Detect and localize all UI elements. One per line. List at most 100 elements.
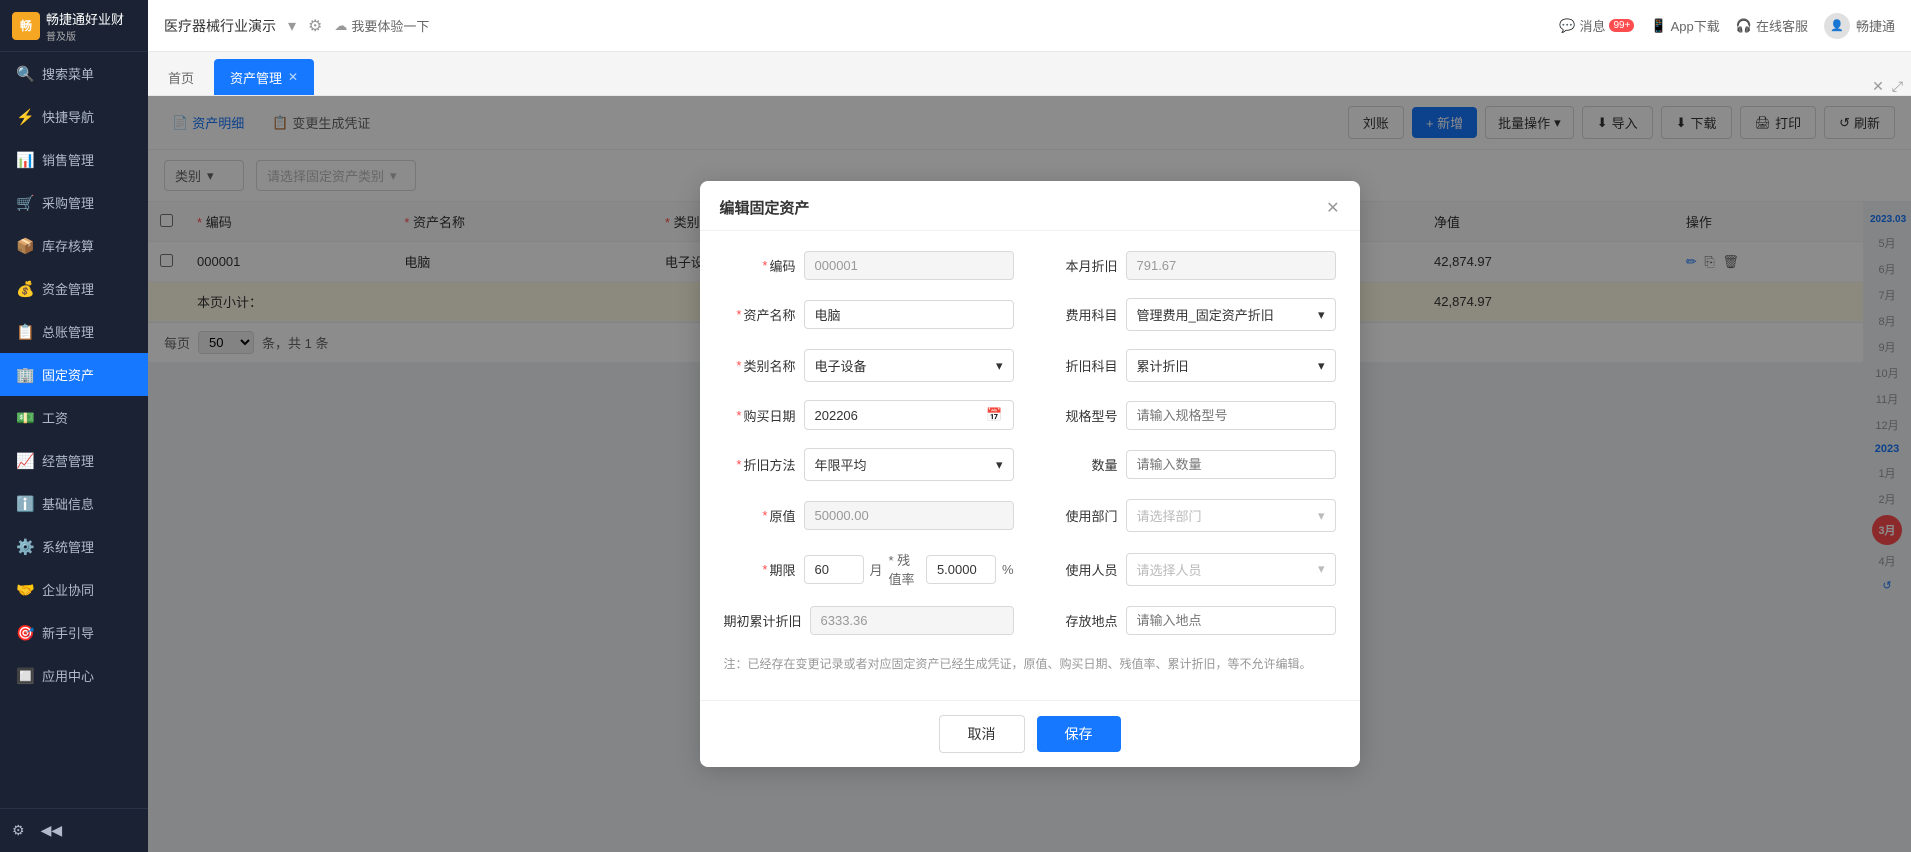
spec-label: 规格型号 xyxy=(1046,406,1118,425)
sidebar-icon: 🔲 xyxy=(16,667,34,685)
sidebar-item-经营管理[interactable]: 📈经营管理 xyxy=(0,439,148,482)
quantity-input[interactable] xyxy=(1126,450,1336,479)
person-select[interactable]: 请选择人员 ▾ xyxy=(1126,553,1336,586)
tab-close-icon[interactable]: ✕ xyxy=(288,70,298,84)
sidebar-item-销售管理[interactable]: 📊销售管理 xyxy=(0,138,148,181)
sidebar-item-搜索菜单[interactable]: 🔍搜索菜单 xyxy=(0,52,148,95)
dep-subject-select[interactable]: 累计折旧 ▾ xyxy=(1126,349,1336,382)
dep-subject-chevron: ▾ xyxy=(1318,358,1325,374)
department-chevron: ▾ xyxy=(1318,508,1325,524)
expense-subject-select[interactable]: 管理费用_固定资产折旧 ▾ xyxy=(1126,298,1336,331)
tab-home[interactable]: 首页 xyxy=(152,59,210,95)
storage-input[interactable] xyxy=(1126,606,1336,635)
form-item-code: * 编码 xyxy=(724,251,1014,280)
cancel-button[interactable]: 取消 xyxy=(939,715,1025,753)
sidebar-item-label: 新手引导 xyxy=(42,623,94,642)
sidebar-icon: ℹ️ xyxy=(16,495,34,513)
service-btn[interactable]: 🎧 在线客服 xyxy=(1736,16,1808,35)
sidebar-icon: 📊 xyxy=(16,151,34,169)
sidebar-item-label: 工资 xyxy=(42,408,68,427)
category-select[interactable]: 电子设备 ▾ xyxy=(804,349,1014,382)
avatar: 👤 xyxy=(1824,13,1850,39)
purchase-date-value: 202206 xyxy=(815,408,858,423)
original-value-input[interactable] xyxy=(804,501,1014,530)
messages-btn[interactable]: 💬 消息 99+ xyxy=(1559,16,1634,35)
form-item-storage: 存放地点 xyxy=(1046,606,1336,635)
settings-icon[interactable]: ⚙ xyxy=(12,822,25,839)
purchase-date-label: * 购买日期 xyxy=(724,406,796,425)
period-label: * 期限 xyxy=(724,560,796,579)
form-note: 注：已经存在变更记录或者对应固定资产已经生成凭证，原值、购买日期、残值率、累计折… xyxy=(724,655,1336,672)
form-item-quantity: 数量 xyxy=(1046,448,1336,481)
tab-actions: ✕ ⤢ xyxy=(1872,78,1911,95)
experience-banner[interactable]: ☁ 我要体验一下 xyxy=(334,16,429,35)
sidebar-icon: 📋 xyxy=(16,323,34,341)
sidebar-logo: 畅 畅捷通好业财 普及版 xyxy=(0,0,148,52)
tab-asset-management[interactable]: 资产管理 ✕ xyxy=(214,59,314,95)
industry-title: 医疗器械行业演示 xyxy=(164,16,276,36)
category-value: 电子设备 xyxy=(815,356,867,375)
storage-label: 存放地点 xyxy=(1046,611,1118,630)
tab-asset-label: 资产管理 xyxy=(230,68,282,87)
sidebar-item-企业协同[interactable]: 🤝企业协同 xyxy=(0,568,148,611)
topbar-right: 💬 消息 99+ 📱 App下载 🎧 在线客服 👤 畅捷通 xyxy=(1559,13,1895,39)
spec-input[interactable] xyxy=(1126,401,1336,430)
sidebar-item-采购管理[interactable]: 🛒采购管理 xyxy=(0,181,148,224)
cancel-label: 取消 xyxy=(968,726,996,742)
dep-method-label: * 折旧方法 xyxy=(724,455,796,474)
department-select[interactable]: 请选择部门 ▾ xyxy=(1126,499,1336,532)
department-label: 使用部门 xyxy=(1046,506,1118,525)
sidebar-item-label: 基础信息 xyxy=(42,494,94,513)
collapse-icon[interactable]: ◀◀ xyxy=(41,822,63,839)
residual-rate-input[interactable] xyxy=(926,555,996,584)
tabbar: 首页 资产管理 ✕ ✕ ⤢ xyxy=(148,52,1911,96)
save-button[interactable]: 保存 xyxy=(1037,716,1121,752)
sidebar-item-资金管理[interactable]: 💰资金管理 xyxy=(0,267,148,310)
period-row: 月 * 残值率 % xyxy=(804,550,1014,588)
asset-name-input[interactable] xyxy=(804,300,1014,329)
initial-cumulative-label: 期初累计折旧 xyxy=(724,611,802,630)
dep-method-select[interactable]: 年限平均 ▾ xyxy=(804,448,1014,481)
sidebar-item-库存核算[interactable]: 📦 库存核算 xyxy=(0,224,148,267)
sidebar-item-label: 总账管理 xyxy=(42,322,94,341)
industry-dropdown-icon[interactable]: ▾ xyxy=(288,16,296,36)
settings-gear-icon[interactable]: ⚙ xyxy=(308,16,322,36)
sidebar-item-工资[interactable]: 💵工资 xyxy=(0,396,148,439)
sidebar-item-label: 库存核算 xyxy=(42,236,94,255)
code-input[interactable] xyxy=(804,251,1014,280)
sidebar-item-label: 固定资产 xyxy=(42,365,94,384)
sidebar-item-系统管理[interactable]: ⚙️系统管理 xyxy=(0,525,148,568)
monthly-dep-input[interactable] xyxy=(1126,251,1336,280)
tab-close-window-icon[interactable]: ✕ xyxy=(1872,78,1884,95)
sidebar-item-新手引导[interactable]: 🎯新手引导 xyxy=(0,611,148,654)
expense-subject-chevron: ▾ xyxy=(1318,307,1325,323)
person-chevron: ▾ xyxy=(1318,561,1325,577)
user-profile-btn[interactable]: 👤 畅捷通 xyxy=(1824,13,1895,39)
cloud-icon: ☁ xyxy=(334,18,347,34)
sidebar-item-label: 搜索菜单 xyxy=(42,64,94,83)
period-input[interactable] xyxy=(804,555,864,584)
sidebar-item-固定资产[interactable]: 🏢固定资产 xyxy=(0,353,148,396)
tab-expand-icon[interactable]: ⤢ xyxy=(1892,78,1903,95)
sidebar-item-基础信息[interactable]: ℹ️ 基础信息 xyxy=(0,482,148,525)
sidebar-icon: 🤝 xyxy=(16,581,34,599)
original-value-label: * 原值 xyxy=(724,506,796,525)
form-item-expense-subject: 费用科目 管理费用_固定资产折旧 ▾ xyxy=(1046,298,1336,331)
sidebar-item-快捷导航[interactable]: ⚡快捷导航 xyxy=(0,95,148,138)
form-item-department: 使用部门 请选择部门 ▾ xyxy=(1046,499,1336,532)
sidebar-item-总账管理[interactable]: 📋 总账管理 xyxy=(0,310,148,353)
purchase-date-input[interactable]: 202206 📅 xyxy=(804,400,1014,430)
modal-footer: 取消 保存 xyxy=(700,700,1360,767)
dep-subject-value: 累计折旧 xyxy=(1137,356,1189,375)
sidebar-item-应用中心[interactable]: 🔲应用中心 xyxy=(0,654,148,697)
topbar: 医疗器械行业演示 ▾ ⚙ ☁ 我要体验一下 💬 消息 99+ 📱 App下载 🎧… xyxy=(148,0,1911,52)
modal-header: 编辑固定资产 ✕ xyxy=(700,181,1360,231)
app-download-btn[interactable]: 📱 App下载 xyxy=(1650,16,1719,35)
form-item-dep-method: * 折旧方法 年限平均 ▾ xyxy=(724,448,1014,481)
residual-rate-unit: % xyxy=(1002,562,1014,577)
logo-icon: 畅 xyxy=(12,12,40,40)
modal-close-icon[interactable]: ✕ xyxy=(1326,198,1339,218)
sidebar-icon: 📦 xyxy=(16,237,34,255)
form-item-asset-name: * 资产名称 xyxy=(724,298,1014,331)
initial-cumulative-input[interactable] xyxy=(810,606,1014,635)
